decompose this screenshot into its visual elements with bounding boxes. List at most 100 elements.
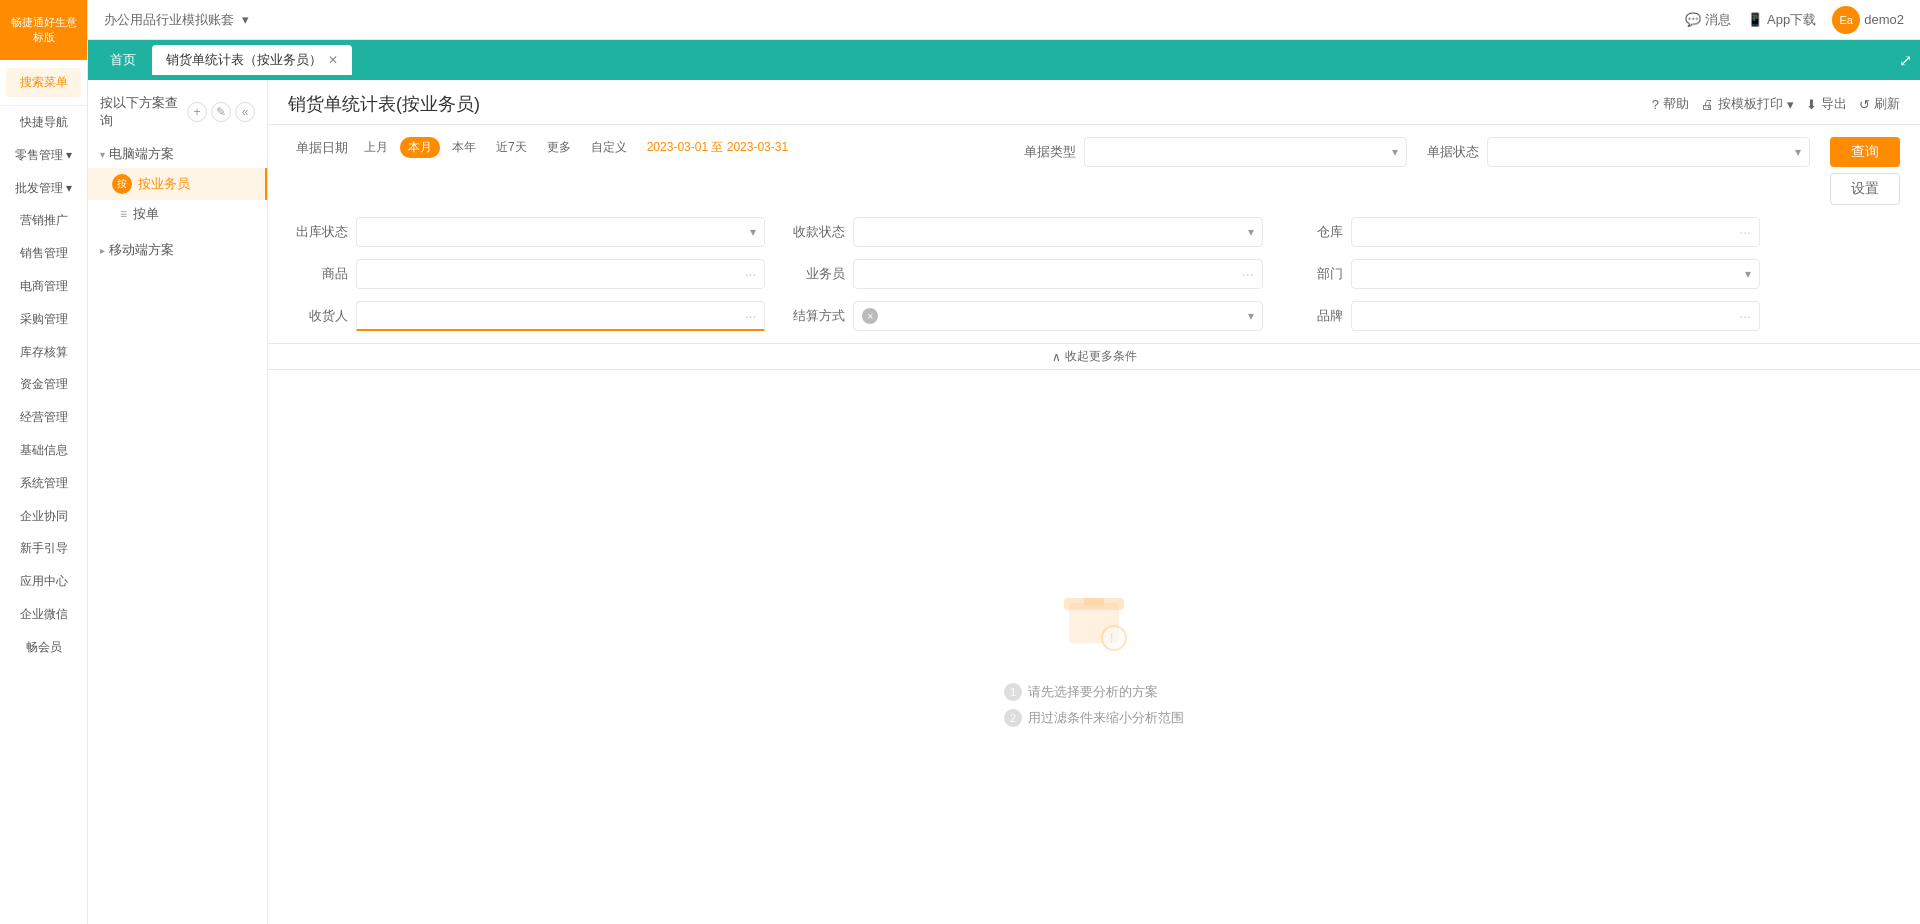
collapse-panel-button[interactable]: « [235,102,255,122]
sidebar-item-quick-nav[interactable]: 快捷导航 [0,106,87,139]
dept-label: 部门 [1283,265,1343,283]
date-tab-this-year[interactable]: 本年 [444,137,484,158]
sidebar-item-电商管理[interactable]: 电商管理 [11,270,76,303]
query-button[interactable]: 查询 [1830,137,1900,167]
collapse-label: 收起更多条件 [1065,348,1137,365]
warehouse-field: 仓库 ··· [1283,217,1760,247]
receiver-label: 收货人 [288,307,348,325]
warehouse-input[interactable]: ··· [1351,217,1760,247]
settle-chevron-icon: ▾ [1248,309,1254,323]
template-print-button[interactable]: 🖨 按模板打印 ▾ [1701,95,1794,113]
goods-label: 商品 [288,265,348,283]
app-download-icon: 📱 [1747,12,1763,27]
export-icon: ⬇ [1806,97,1817,112]
tab-expand-icon[interactable]: ⤢ [1899,51,1912,70]
add-scheme-button[interactable]: + [187,102,207,122]
export-button[interactable]: ⬇ 导出 [1806,95,1847,113]
sidebar-item-企业微信[interactable]: 企业微信 [11,598,76,631]
breadcrumb-text: 办公用品行业模拟账套 [104,11,234,29]
sidebar-item-资金管理[interactable]: 资金管理 [11,368,76,401]
tip-num-1: 1 [1004,683,1022,701]
goods-input[interactable]: ··· [356,259,765,289]
tree-group-desktop-label: 电脑端方案 [109,145,174,163]
tree-sub-icon: ≡ [120,207,127,221]
sidebar-item-销售管理[interactable]: 销售管理 [11,237,76,270]
content-area: 按以下方案查询 + ✎ « ▾ 电脑端方案 按 按业务员 ≡ 按 [88,80,1920,924]
sidebar-item-应用中心[interactable]: 应用中心 [11,565,76,598]
sidebar-item-系统管理[interactable]: 系统管理 [11,467,76,500]
app-download-label: App下载 [1767,11,1816,29]
sidebar-item-基础信息[interactable]: 基础信息 [11,434,76,467]
date-tab-custom[interactable]: 自定义 [583,137,635,158]
tab-sales-stat[interactable]: 销货单统计表（按业务员） ✕ [152,45,352,75]
tree-item-by-order[interactable]: ≡ 按单 [88,200,267,228]
help-button[interactable]: ? 帮助 [1652,95,1689,113]
tree-group-desktop-header[interactable]: ▾ 电脑端方案 [88,140,267,168]
sidebar-nav: 零售管理 ▾批发管理 ▾营销推广销售管理电商管理采购管理库存核算资金管理经营管理… [11,139,76,664]
refresh-button[interactable]: ↺ 刷新 [1859,95,1900,113]
goods-dots-icon: ··· [745,266,757,282]
export-label: 导出 [1821,95,1847,113]
tip-text-1: 请先选择要分析的方案 [1028,679,1158,705]
out-status-select[interactable]: ▾ [356,217,765,247]
sidebar-item-营销推广[interactable]: 营销推广 [11,204,76,237]
collapse-button[interactable]: ∧ 收起更多条件 [1052,348,1137,365]
sidebar-item-企业协同[interactable]: 企业协同 [11,500,76,533]
brand-label: 品牌 [1283,307,1343,325]
settle-tag-close[interactable]: × [862,308,878,324]
tab-bar: 首页 销货单统计表（按业务员） ✕ ⤢ [88,40,1920,80]
filter-row-2: 出库状态 ▾ 收款状态 ▾ 仓库 [288,217,1900,247]
quick-nav-label: 快捷导航 [4,114,83,131]
staff-label: 业务员 [785,265,845,283]
tree-group-mobile: ▸ 移动端方案 [88,232,267,268]
doc-type-select[interactable]: ▾ [1084,137,1407,167]
receiver-input[interactable]: ··· [356,301,765,331]
date-label: 单据日期 [288,139,348,157]
brand-field: 品牌 ··· [1283,301,1760,331]
date-tab-this-month[interactable]: 本月 [400,137,440,158]
date-tab-more[interactable]: 更多 [539,137,579,158]
settle-label: 结算方式 [785,307,845,325]
date-tab-last-month[interactable]: 上月 [356,137,396,158]
out-status-chevron-icon: ▾ [750,225,756,239]
sidebar-item-采购管理[interactable]: 采购管理 [11,303,76,336]
settle-tag: × [862,308,878,324]
tab-close-icon[interactable]: ✕ [328,53,338,67]
brand-input[interactable]: ··· [1351,301,1760,331]
tree-item-by-order-label: 按单 [133,205,159,223]
filter-area: 单据日期 上月 本月 本年 近7天 更多 自定义 2023-03-01 至 20… [268,125,1920,344]
breadcrumb-dropdown-icon[interactable]: ▾ [242,12,249,27]
sidebar-item-畅会员[interactable]: 畅会员 [11,631,76,664]
sidebar-item-新手引导[interactable]: 新手引导 [11,532,76,565]
top-header: 办公用品行业模拟账套 ▾ 💬 消息 📱 App下载 Ea demo2 [88,0,1920,40]
edit-scheme-button[interactable]: ✎ [211,102,231,122]
search-menu-button[interactable]: 搜索菜单 [6,68,81,97]
date-tab-last-7[interactable]: 近7天 [488,137,535,158]
set-button[interactable]: 设置 [1830,173,1900,205]
svg-text:!: ! [1110,631,1113,645]
sidebar-item-库存核算[interactable]: 库存核算 [11,336,76,369]
staff-input[interactable]: ··· [853,259,1262,289]
user-avatar-button[interactable]: Ea demo2 [1832,6,1904,34]
dept-select[interactable]: ▾ [1351,259,1760,289]
collapse-up-icon: ∧ [1052,350,1061,364]
tree-group-mobile-header[interactable]: ▸ 移动端方案 [88,236,267,264]
sidebar-item-批发管理[interactable]: 批发管理 ▾ [11,172,76,205]
empty-tips: 1 请先选择要分析的方案 2 用过滤条件来缩小分析范围 [1004,679,1184,731]
doc-status-select[interactable]: ▾ [1487,137,1810,167]
receipt-status-select[interactable]: ▾ [853,217,1262,247]
tree-item-by-staff[interactable]: 按 按业务员 [88,168,267,200]
message-label: 消息 [1705,11,1731,29]
tree-item-dot: 按 [112,174,132,194]
tab-home[interactable]: 首页 [96,45,150,75]
app-download-button[interactable]: 📱 App下载 [1747,11,1816,29]
staff-dots-icon: ··· [1242,266,1254,282]
message-button[interactable]: 💬 消息 [1685,11,1731,29]
sidebar-item-经营管理[interactable]: 经营管理 [11,401,76,434]
sidebar-item-零售管理[interactable]: 零售管理 ▾ [11,139,76,172]
settle-select[interactable]: × ▾ [853,301,1262,331]
dept-chevron-icon: ▾ [1745,267,1751,281]
staff-field: 业务员 ··· [785,259,1262,289]
left-panel-header: 按以下方案查询 + ✎ « [88,88,267,136]
receiver-field: 收货人 ··· [288,301,765,331]
